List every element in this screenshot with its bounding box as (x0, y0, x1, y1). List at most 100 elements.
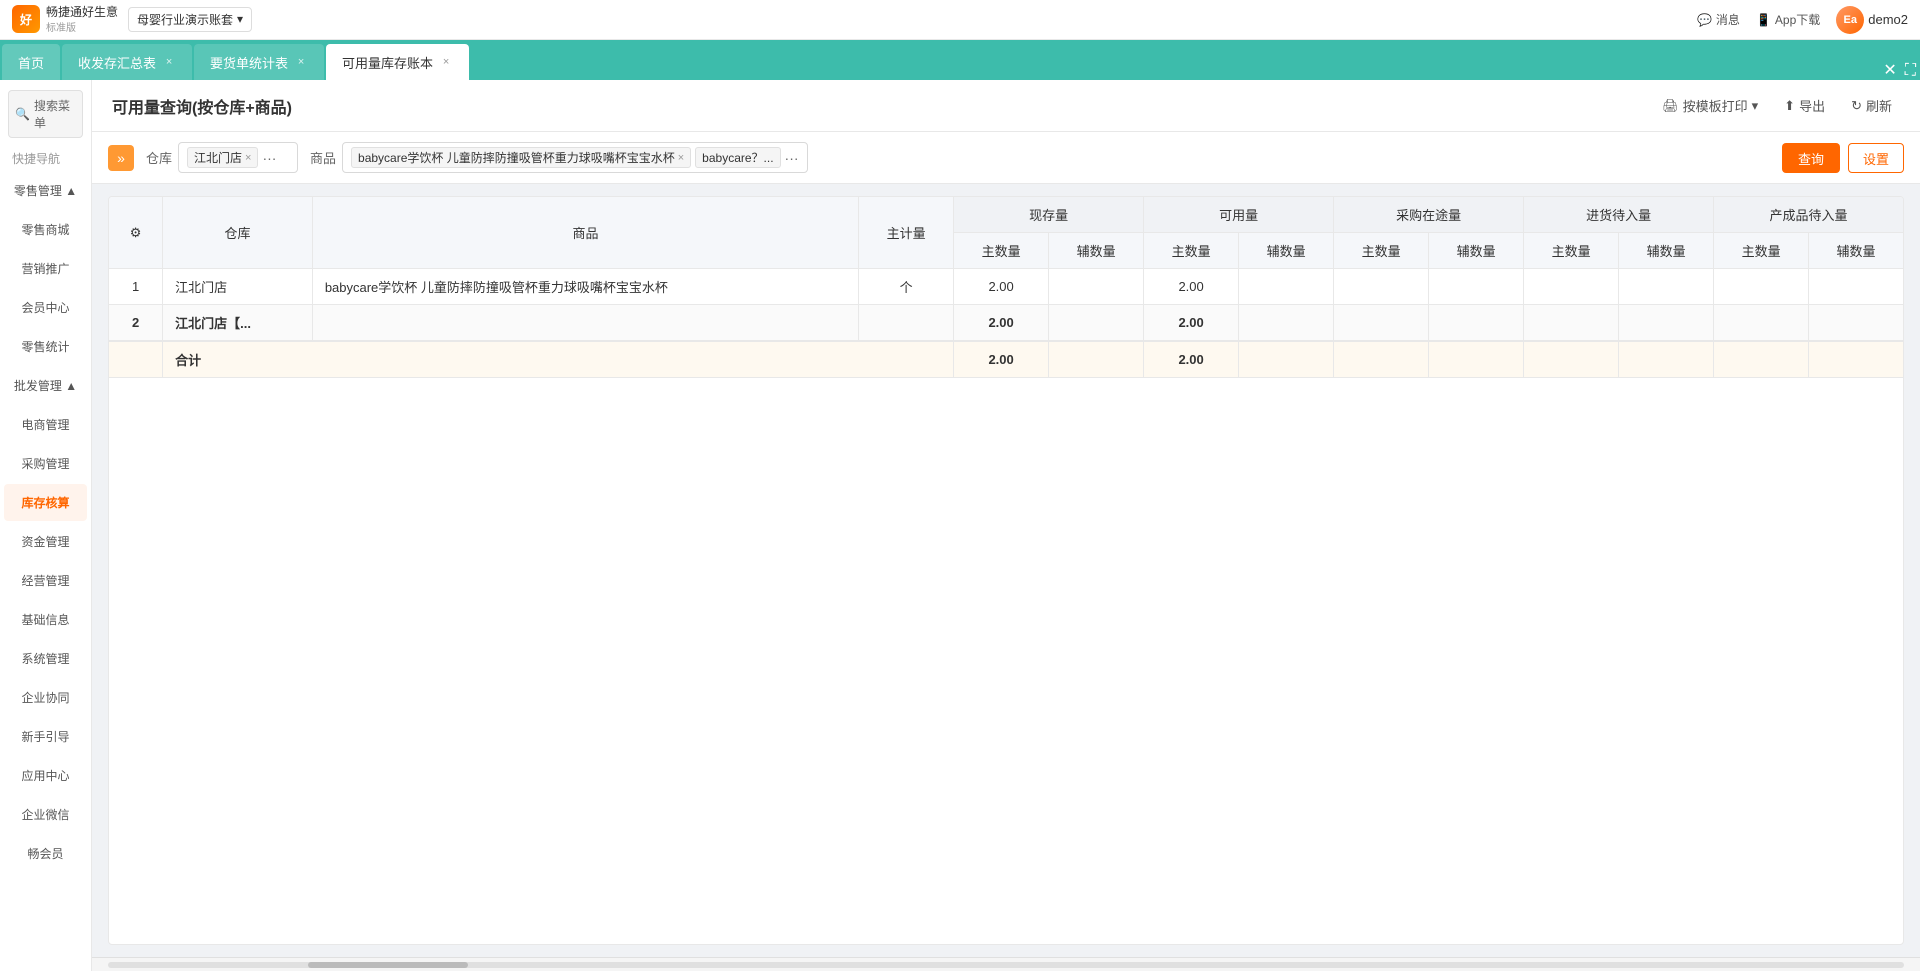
user-menu[interactable]: Ea demo2 (1836, 6, 1908, 34)
print-template-button[interactable]: 🖨 按模板打印 ▾ (1654, 92, 1766, 119)
filter-expand-button[interactable]: » (108, 145, 134, 171)
th-prod-main: 主数量 (1714, 233, 1809, 269)
logo-text: 畅捷通好生意 (46, 5, 118, 19)
nav-tabs: 首页 收发存汇总表 × 要货单统计表 × 可用量库存账本 × ✕ ⛶ (0, 40, 1920, 80)
total-avail-main: 2.00 (1144, 341, 1239, 378)
sidebar-item-retail-stats[interactable]: 零售统计 (4, 328, 87, 365)
top-bar-right: 💬 消息 📱 App下载 Ea demo2 (1697, 6, 1908, 34)
sidebar-item-marketing[interactable]: 营销推广 (4, 250, 87, 287)
sidebar-item-wholesale-mgmt[interactable]: 批发管理 ▲ (4, 367, 87, 404)
sidebar-item-enterprise-wx[interactable]: 企业微信 (4, 796, 87, 833)
sidebar-item-purchase[interactable]: 采购管理 (4, 445, 87, 482)
search-icon: 🔍 (15, 107, 30, 121)
product-input[interactable]: babycare学饮杯 儿童防摔防撞吸管杯重力球吸嘴杯宝宝水杯 × babyca… (342, 142, 808, 173)
tab-home[interactable]: 首页 (2, 44, 60, 80)
row-avail-aux (1239, 305, 1334, 342)
sidebar-item-basics[interactable]: 基础信息 (4, 601, 87, 638)
query-button[interactable]: 查询 (1782, 143, 1840, 173)
sidebar-item-member-center[interactable]: 会员中心 (4, 289, 87, 326)
total-prod-main (1714, 341, 1809, 378)
sidebar-item-inventory[interactable]: 库存核算 (4, 484, 87, 521)
sidebar-item-app-center[interactable]: 应用中心 (4, 757, 87, 794)
row-no: 2 (109, 305, 163, 342)
th-unit: 主计量 (859, 197, 954, 269)
sidebar-item-enterprise[interactable]: 企业协同 (4, 679, 87, 716)
main-layout: 🔍 搜索菜单 快捷导航 零售管理 ▲ 零售商城 营销推广 会员中心 零售统计 批… (0, 80, 1920, 971)
sidebar-item-system[interactable]: 系统管理 (4, 640, 87, 677)
app-center-label: 应用中心 (12, 767, 79, 784)
row-arr-main (1524, 269, 1619, 305)
sidebar-item-retail-mall[interactable]: 零售商城 (4, 211, 87, 248)
product-tag-2: babycare？... (695, 147, 780, 168)
total-empty-1 (109, 341, 163, 378)
retail-mall-label: 零售商城 (12, 221, 79, 238)
warehouse-more-icon[interactable]: ··· (262, 150, 276, 166)
top-bar-left: 好 畅捷通好生意 标准版 母婴行业演示账套 ▾ (12, 5, 252, 34)
th-group-production: 产成品待入量 (1714, 197, 1903, 233)
row-pur-main (1334, 305, 1429, 342)
app-download-button[interactable]: 📱 App下载 (1756, 11, 1820, 28)
marketing-label: 营销推广 (12, 260, 79, 277)
product-filter: 商品 babycare学饮杯 儿童防摔防撞吸管杯重力球吸嘴杯宝宝水杯 × bab… (310, 142, 808, 173)
member-center-label: 会员中心 (12, 299, 79, 316)
settings-button[interactable]: 设置 (1848, 143, 1904, 173)
tab-available-stock-close[interactable]: × (439, 55, 453, 69)
sidebar-item-finance[interactable]: 资金管理 (4, 523, 87, 560)
tab-receipts-close[interactable]: × (162, 55, 176, 69)
row-no: 1 (109, 269, 163, 305)
row-arr-aux (1619, 269, 1714, 305)
row-unit (859, 305, 954, 342)
total-avail-aux (1239, 341, 1334, 378)
product-tag-1-close[interactable]: × (678, 152, 684, 164)
system-label: 系统管理 (12, 650, 79, 667)
close-all-tabs-button[interactable]: ✕ (1883, 60, 1896, 80)
message-button[interactable]: 💬 消息 (1697, 11, 1740, 28)
download-icon: 📱 (1756, 13, 1771, 27)
tab-available-stock-label: 可用量库存账本 (342, 53, 433, 72)
message-label: 消息 (1716, 11, 1740, 28)
product-more-icon[interactable]: ··· (785, 150, 799, 166)
th-group-available: 可用量 (1144, 197, 1334, 233)
th-pur-aux: 辅数量 (1429, 233, 1524, 269)
th-settings[interactable]: ⚙ (109, 197, 163, 269)
th-arr-aux: 辅数量 (1619, 233, 1714, 269)
sidebar-item-newbie[interactable]: 新手引导 (4, 718, 87, 755)
tab-receipts[interactable]: 收发存汇总表 × (62, 44, 192, 80)
tab-available-stock[interactable]: 可用量库存账本 × (326, 44, 469, 80)
scroll-thumb[interactable] (308, 962, 468, 968)
row-pur-main (1334, 269, 1429, 305)
refresh-button[interactable]: ↻ 刷新 (1843, 92, 1900, 119)
ecommerce-label: 电商管理 (12, 416, 79, 433)
tab-order-stats-close[interactable]: × (294, 55, 308, 69)
row-stock-aux (1049, 305, 1144, 342)
tab-order-stats[interactable]: 要货单统计表 × (194, 44, 324, 80)
expand-window-button[interactable]: ⛶ (1905, 62, 1916, 80)
row-prod-main (1714, 305, 1809, 342)
quick-nav-label: 快捷导航 (0, 144, 91, 171)
row-stock-main: 2.00 (954, 305, 1049, 342)
tab-order-stats-label: 要货单统计表 (210, 53, 288, 72)
row-product (312, 305, 858, 342)
sidebar-item-operations[interactable]: 经营管理 (4, 562, 87, 599)
sidebar-item-vip[interactable]: 畅会员 (4, 835, 87, 872)
sidebar-item-ecommerce[interactable]: 电商管理 (4, 406, 87, 443)
row-unit: 个 (859, 269, 954, 305)
newbie-label: 新手引导 (12, 728, 79, 745)
total-prod-aux (1809, 341, 1903, 378)
retail-stats-label: 零售统计 (12, 338, 79, 355)
product-filter-label: 商品 (310, 148, 336, 167)
warehouse-tag-close[interactable]: × (245, 152, 251, 164)
sidebar-item-retail-mgmt[interactable]: 零售管理 ▲ (4, 172, 87, 209)
total-stock-main: 2.00 (954, 341, 1049, 378)
total-stock-aux (1049, 341, 1144, 378)
basics-label: 基础信息 (12, 611, 79, 628)
scroll-track[interactable] (108, 962, 1904, 968)
search-menu-button[interactable]: 🔍 搜索菜单 (8, 90, 83, 138)
filter-bar: » 仓库 江北门店 × ··· 商品 babycare学饮杯 儿童防摔防撞吸管杯… (92, 132, 1920, 184)
industry-selector[interactable]: 母婴行业演示账套 ▾ (128, 7, 252, 32)
product-tag-1: babycare学饮杯 儿童防摔防撞吸管杯重力球吸嘴杯宝宝水杯 × (351, 147, 691, 168)
th-avail-main: 主数量 (1144, 233, 1239, 269)
export-button[interactable]: ⬆ 导出 (1776, 92, 1833, 119)
warehouse-input[interactable]: 江北门店 × ··· (178, 142, 298, 173)
page-actions: 🖨 按模板打印 ▾ ⬆ 导出 ↻ 刷新 (1654, 92, 1900, 119)
